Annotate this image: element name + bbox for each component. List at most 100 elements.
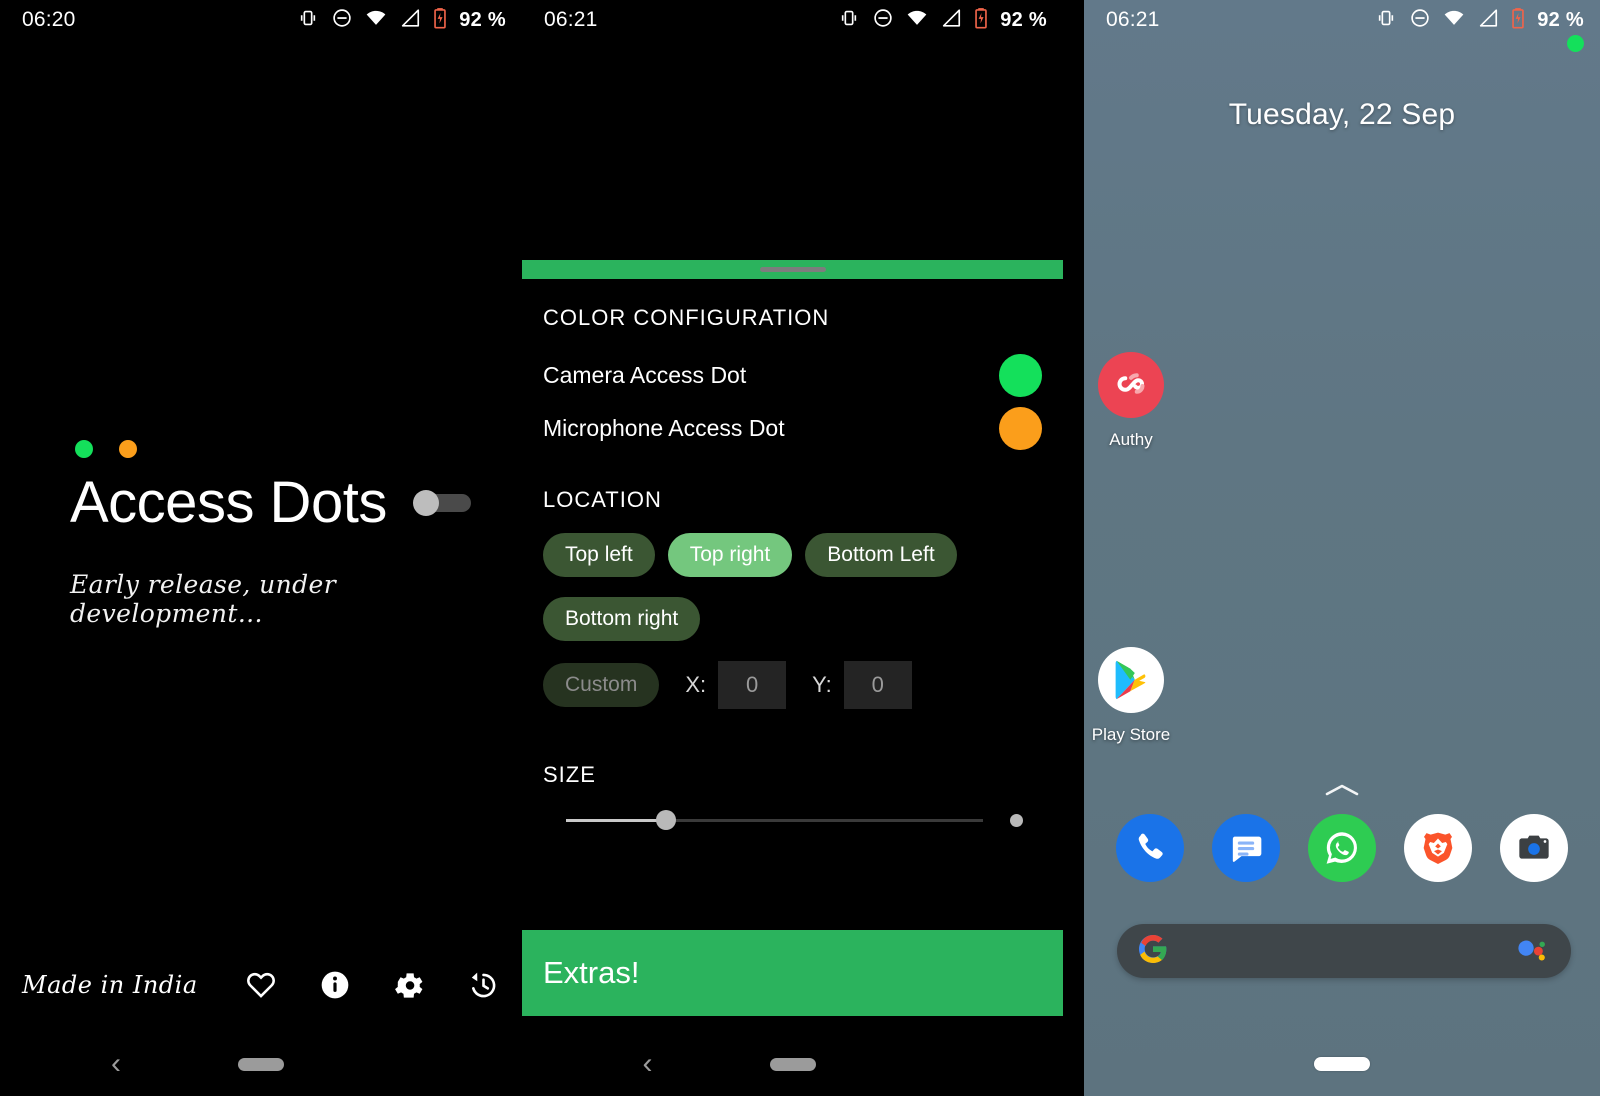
slider-fill [566,818,661,822]
wifi-icon [906,7,928,34]
home-pill[interactable] [1314,1057,1370,1071]
dock-icon-messages[interactable] [1212,814,1280,882]
sheet-drag-handle-bar[interactable] [522,260,1063,279]
battery-percent: 92 % [1537,8,1584,31]
slider-thumb[interactable] [656,810,677,830]
panel-launcher-home: 06:21 92 % Tuesday, 22 Sep Authy Play St… [1063,0,1600,1096]
google-search-bar[interactable] [1117,924,1571,978]
home-pill[interactable] [769,1057,816,1071]
extras-button-label: Extras! [543,955,640,990]
dock-icon-phone[interactable] [1116,814,1184,882]
section-title-color-configuration: COLOR CONFIGURATION [543,305,830,330]
panel-access-dots-home: 06:20 92 % Access Dots Early release, un… [0,0,522,1096]
battery-icon [433,7,447,34]
chip-bottom-left[interactable]: Bottom Left [805,533,957,577]
panel-gap [1063,0,1084,1096]
microphone-dot-preview [119,440,137,458]
app-label-authy: Authy [1109,430,1153,449]
panel-settings-sheet: 06:21 92 % COLOR CONFIGURATION Camera Ac… [522,0,1063,1096]
battery-percent: 92 % [1000,8,1047,31]
dock-icon-whatsapp[interactable] [1308,814,1376,882]
home-pill[interactable] [238,1057,284,1071]
indicator-dots [70,440,490,458]
nav-bar: ‹ [522,1032,1063,1096]
status-time: 06:20 [22,8,76,31]
authy-icon [1098,352,1164,418]
dock-icon-camera[interactable] [1500,814,1568,882]
signal-icon [1477,7,1499,34]
status-icons: 92 % [838,7,1047,34]
dock-icon-brave[interactable] [1404,814,1472,882]
footer-icons [244,968,500,1002]
section-title-location: LOCATION [543,487,662,512]
chip-custom[interactable]: Custom [543,663,660,707]
y-label: Y: [812,672,832,697]
assistant-icon[interactable] [1515,936,1549,967]
camera-dot-label: Camera Access Dot [543,362,747,388]
nav-back-glyph: ‹ [642,1047,653,1080]
history-icon[interactable] [466,968,500,1002]
dnd-icon [872,7,894,34]
status-time: 06:21 [1106,8,1160,31]
battery-icon [974,7,988,34]
vibrate-icon [1375,7,1397,34]
wifi-icon [1443,7,1465,34]
status-bar: 06:20 92 % [0,0,522,40]
all-apps-chevron-up-icon[interactable] [1325,783,1359,797]
status-bar: 06:21 92 % [1084,0,1600,40]
signal-icon [399,7,421,34]
signal-icon [940,7,962,34]
row-microphone-access-dot[interactable]: Microphone Access Dot [543,407,1042,450]
master-toggle[interactable] [412,490,473,516]
three-phone-screenshots: 06:20 92 % Access Dots Early release, un… [0,0,1600,1096]
camera-dot-preview [75,440,93,458]
nav-back-glyph: ‹ [111,1047,121,1080]
dnd-icon [331,7,353,34]
status-bar: 06:21 92 % [522,0,1063,40]
x-label: X: [685,672,707,697]
location-chip-group: Top left Top right Bottom Left [543,533,1051,577]
status-time: 06:21 [544,8,598,31]
status-icons: 92 % [1375,7,1584,34]
x-input[interactable]: 0 [718,661,787,709]
app-label-play-store: Play Store [1091,725,1171,744]
gear-icon[interactable] [392,968,426,1002]
chip-top-right[interactable]: Top right [667,533,793,577]
chip-top-left[interactable]: Top left [543,533,655,577]
battery-percent: 92 % [459,8,506,31]
drag-handle-icon [759,267,826,272]
wifi-icon [365,7,387,34]
title-row: Access Dots [70,474,490,532]
date-widget[interactable]: Tuesday, 22 Sep [1084,98,1600,132]
app-icon-authy[interactable]: Authy [1066,352,1196,450]
status-icons: 92 % [297,7,506,34]
slider-max-dot[interactable] [1010,813,1023,827]
heart-icon[interactable] [244,968,278,1002]
nav-bar: ‹ [0,1032,522,1096]
microphone-dot-color-swatch[interactable] [999,407,1042,450]
play-store-icon [1098,647,1164,713]
row-camera-access-dot[interactable]: Camera Access Dot [543,354,1042,397]
toggle-knob [412,490,439,516]
section-title-size: SIZE [543,762,596,787]
camera-dot-color-swatch[interactable] [999,354,1042,397]
page-title: Access Dots [70,470,387,535]
google-g-icon [1137,933,1169,970]
vibrate-icon [297,7,319,34]
location-chip-group-row2: Bottom right [543,597,1051,641]
microphone-dot-label: Microphone Access Dot [543,415,785,441]
footer-bar: Made in India [0,955,522,1015]
y-input[interactable]: 0 [843,661,912,709]
info-icon[interactable] [318,968,352,1002]
nav-bar [1084,1032,1600,1096]
vibrate-icon [838,7,860,34]
extras-button[interactable]: Extras! [522,930,1063,1016]
app-icon-play-store[interactable]: Play Store [1066,647,1196,745]
chip-bottom-right[interactable]: Bottom right [543,597,701,641]
dock [1096,812,1588,884]
custom-location-row: Custom X: 0 Y: 0 [543,661,912,709]
credit-text: Made in India [22,971,198,999]
subtitle: Early release, under development... [70,570,337,628]
size-slider[interactable] [566,805,1041,835]
dnd-icon [1409,7,1431,34]
